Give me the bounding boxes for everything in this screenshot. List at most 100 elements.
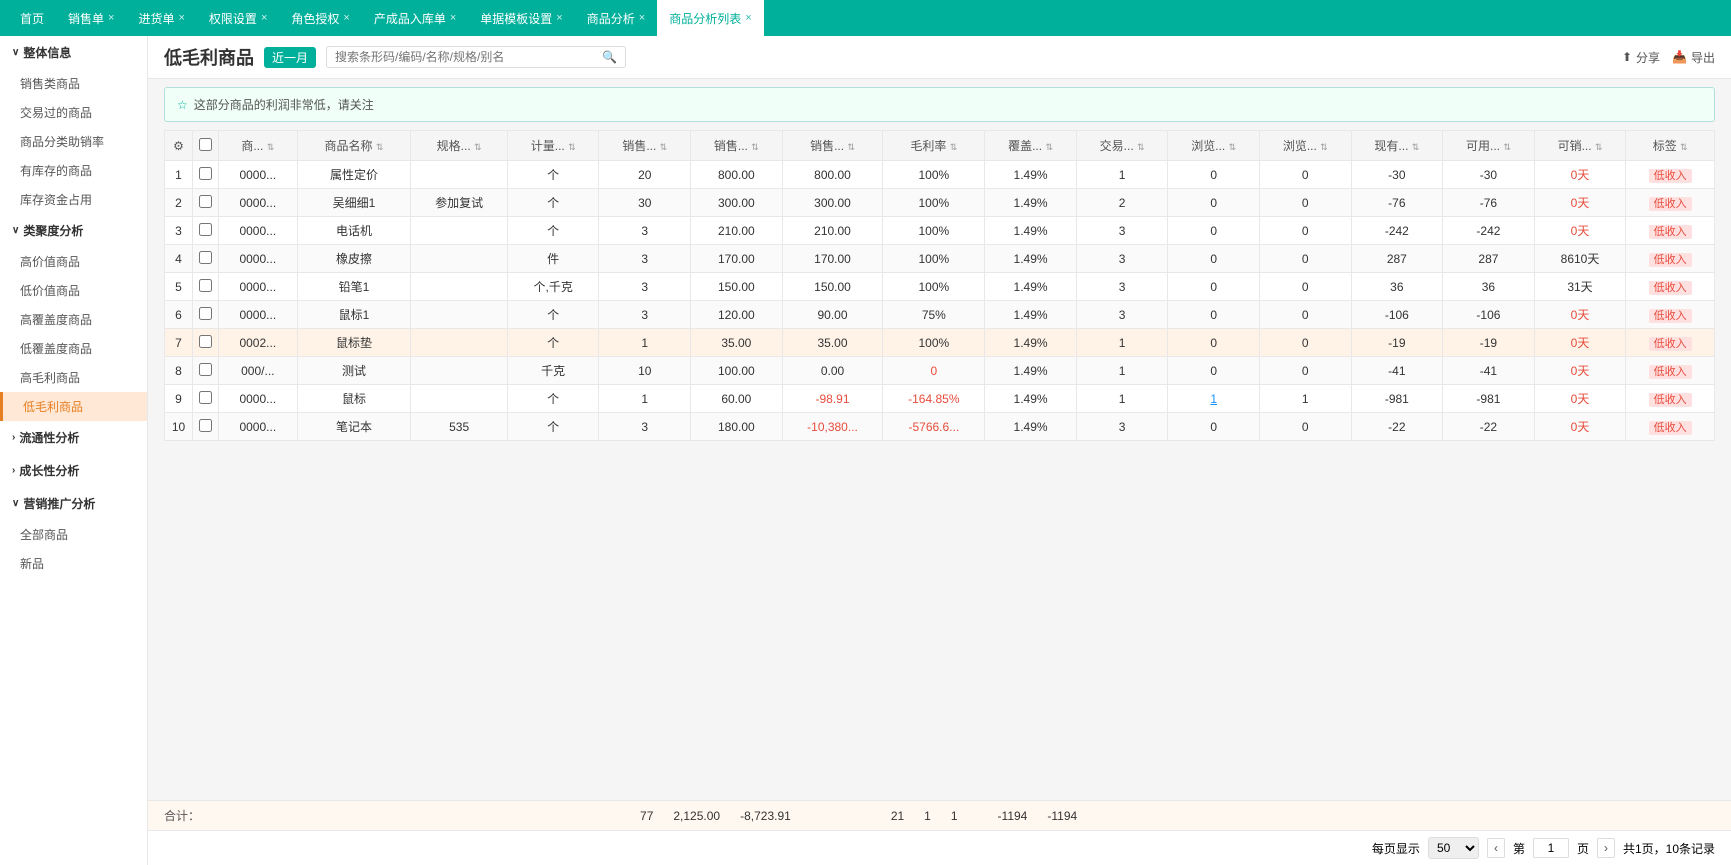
- prev-page-button[interactable]: ‹: [1487, 838, 1505, 858]
- th-spec[interactable]: 规格... ⇅: [411, 131, 508, 161]
- nav-analysis[interactable]: 商品分析 ×: [575, 0, 657, 36]
- row-checkbox[interactable]: [193, 189, 219, 217]
- sidebar-group-growth[interactable]: › 成长性分析: [0, 454, 147, 487]
- th-view1[interactable]: 浏览... ⇅: [1168, 131, 1260, 161]
- alert-icon: ☆: [177, 98, 188, 112]
- row-select-checkbox[interactable]: [199, 363, 212, 376]
- search-input[interactable]: [335, 50, 602, 64]
- select-all-checkbox[interactable]: [199, 138, 212, 151]
- row-select-checkbox[interactable]: [199, 307, 212, 320]
- row-checkbox[interactable]: [193, 273, 219, 301]
- sidebar-item-inventory-capital[interactable]: 库存资金占用: [0, 185, 147, 214]
- close-icon[interactable]: ×: [745, 12, 751, 24]
- footer-sales-amount: -8,723.91: [740, 809, 791, 823]
- row-select-checkbox[interactable]: [199, 391, 212, 404]
- nav-sales[interactable]: 销售单 ×: [56, 0, 126, 36]
- page-input[interactable]: [1533, 838, 1569, 858]
- row-checkbox[interactable]: [193, 301, 219, 329]
- close-icon[interactable]: ×: [108, 12, 114, 24]
- search-icon[interactable]: 🔍: [602, 50, 617, 64]
- th-sales-qty[interactable]: 销售... ⇅: [599, 131, 691, 161]
- sidebar-item-inventory-goods[interactable]: 有库存的商品: [0, 156, 147, 185]
- th-name[interactable]: 商品名称 ⇅: [297, 131, 411, 161]
- sidebar-item-category-rate[interactable]: 商品分类助销率: [0, 127, 147, 156]
- sidebar-item-high-coverage[interactable]: 高覆盖度商品: [0, 305, 147, 334]
- sidebar-item-all-goods[interactable]: 全部商品: [0, 520, 147, 549]
- th-current[interactable]: 现有... ⇅: [1351, 131, 1443, 161]
- row-checkbox[interactable]: [193, 385, 219, 413]
- th-settings[interactable]: ⚙: [165, 131, 193, 161]
- nav-templates[interactable]: 单据模板设置 ×: [468, 0, 574, 36]
- row-select-checkbox[interactable]: [199, 251, 212, 264]
- nav-analysis-list[interactable]: 商品分析列表 ×: [657, 0, 763, 36]
- close-icon[interactable]: ×: [178, 12, 184, 24]
- th-saleable[interactable]: 可销... ⇅: [1534, 131, 1626, 161]
- row-select-checkbox[interactable]: [199, 167, 212, 180]
- sidebar-item-low-coverage[interactable]: 低覆盖度商品: [0, 334, 147, 363]
- sidebar-group-marketing[interactable]: ∨ 营销推广分析: [0, 487, 147, 520]
- th-code[interactable]: 商... ⇅: [219, 131, 298, 161]
- th-tag[interactable]: 标签 ⇅: [1626, 131, 1715, 161]
- sidebar-group-circulation[interactable]: › 流通性分析: [0, 421, 147, 454]
- next-page-button[interactable]: ›: [1597, 838, 1615, 858]
- row-select-checkbox[interactable]: [199, 223, 212, 236]
- nav-home[interactable]: 首页: [8, 0, 56, 36]
- export-button[interactable]: 📥 导出: [1672, 49, 1715, 66]
- row-view2: 0: [1259, 245, 1351, 273]
- th-view2[interactable]: 浏览... ⇅: [1259, 131, 1351, 161]
- chevron-right-icon: ›: [12, 465, 15, 476]
- row-saleable: 0天: [1534, 301, 1626, 329]
- row-no: 1: [165, 161, 193, 189]
- sidebar-item-low-value[interactable]: 低价值商品: [0, 276, 147, 305]
- row-checkbox[interactable]: [193, 413, 219, 441]
- th-available[interactable]: 可用... ⇅: [1443, 131, 1535, 161]
- row-checkbox[interactable]: [193, 161, 219, 189]
- sidebar-item-high-value[interactable]: 高价值商品: [0, 247, 147, 276]
- nav-permissions[interactable]: 权限设置 ×: [197, 0, 279, 36]
- row-select-checkbox[interactable]: [199, 419, 212, 432]
- share-button[interactable]: ⬆ 分享: [1622, 49, 1660, 66]
- sidebar-item-low-margin[interactable]: 低毛利商品: [0, 392, 147, 421]
- row-select-checkbox[interactable]: [199, 195, 212, 208]
- row-checkbox[interactable]: [193, 245, 219, 273]
- close-icon[interactable]: ×: [450, 12, 456, 24]
- row-checkbox[interactable]: [193, 329, 219, 357]
- nav-purchase[interactable]: 进货单 ×: [126, 0, 196, 36]
- sidebar-item-new-goods[interactable]: 新品: [0, 549, 147, 578]
- close-icon[interactable]: ×: [639, 12, 645, 24]
- th-sales-price[interactable]: 销售... ⇅: [691, 131, 783, 161]
- row-select-checkbox[interactable]: [199, 335, 212, 348]
- row-select-checkbox[interactable]: [199, 279, 212, 292]
- nav-roles[interactable]: 角色授权 ×: [279, 0, 361, 36]
- th-coverage[interactable]: 覆盖... ⇅: [985, 131, 1077, 161]
- close-icon[interactable]: ×: [556, 12, 562, 24]
- period-badge[interactable]: 近一月: [264, 47, 316, 68]
- sidebar-item-high-margin[interactable]: 高毛利商品: [0, 363, 147, 392]
- sidebar-group-cluster[interactable]: ∨ 类聚度分析: [0, 214, 147, 247]
- th-sales-amount[interactable]: 销售... ⇅: [782, 131, 883, 161]
- sidebar-group-overall[interactable]: ∨ 整体信息: [0, 36, 147, 69]
- row-trade: 3: [1076, 217, 1168, 245]
- row-current: 287: [1351, 245, 1443, 273]
- page-title: 低毛利商品: [164, 44, 254, 70]
- close-icon[interactable]: ×: [261, 12, 267, 24]
- th-gross-rate[interactable]: 毛利率 ⇅: [883, 131, 985, 161]
- row-coverage: 1.49%: [985, 413, 1077, 441]
- close-icon[interactable]: ×: [343, 12, 349, 24]
- th-trade[interactable]: 交易... ⇅: [1076, 131, 1168, 161]
- per-page-select[interactable]: 50 20 100: [1428, 837, 1479, 859]
- row-view2: 0: [1259, 273, 1351, 301]
- row-view1[interactable]: 1: [1168, 385, 1260, 413]
- th-checkbox[interactable]: [193, 131, 219, 161]
- row-sales-price: 300.00: [691, 189, 783, 217]
- row-current: -41: [1351, 357, 1443, 385]
- row-no: 5: [165, 273, 193, 301]
- nav-products[interactable]: 产成品入库单 ×: [362, 0, 468, 36]
- sidebar-item-sales-goods[interactable]: 销售类商品: [0, 69, 147, 98]
- sidebar-item-traded-goods[interactable]: 交易过的商品: [0, 98, 147, 127]
- th-unit[interactable]: 计量... ⇅: [507, 131, 599, 161]
- row-checkbox[interactable]: [193, 217, 219, 245]
- chevron-down-icon: ∨: [12, 225, 19, 236]
- row-checkbox[interactable]: [193, 357, 219, 385]
- search-box[interactable]: 🔍: [326, 46, 626, 68]
